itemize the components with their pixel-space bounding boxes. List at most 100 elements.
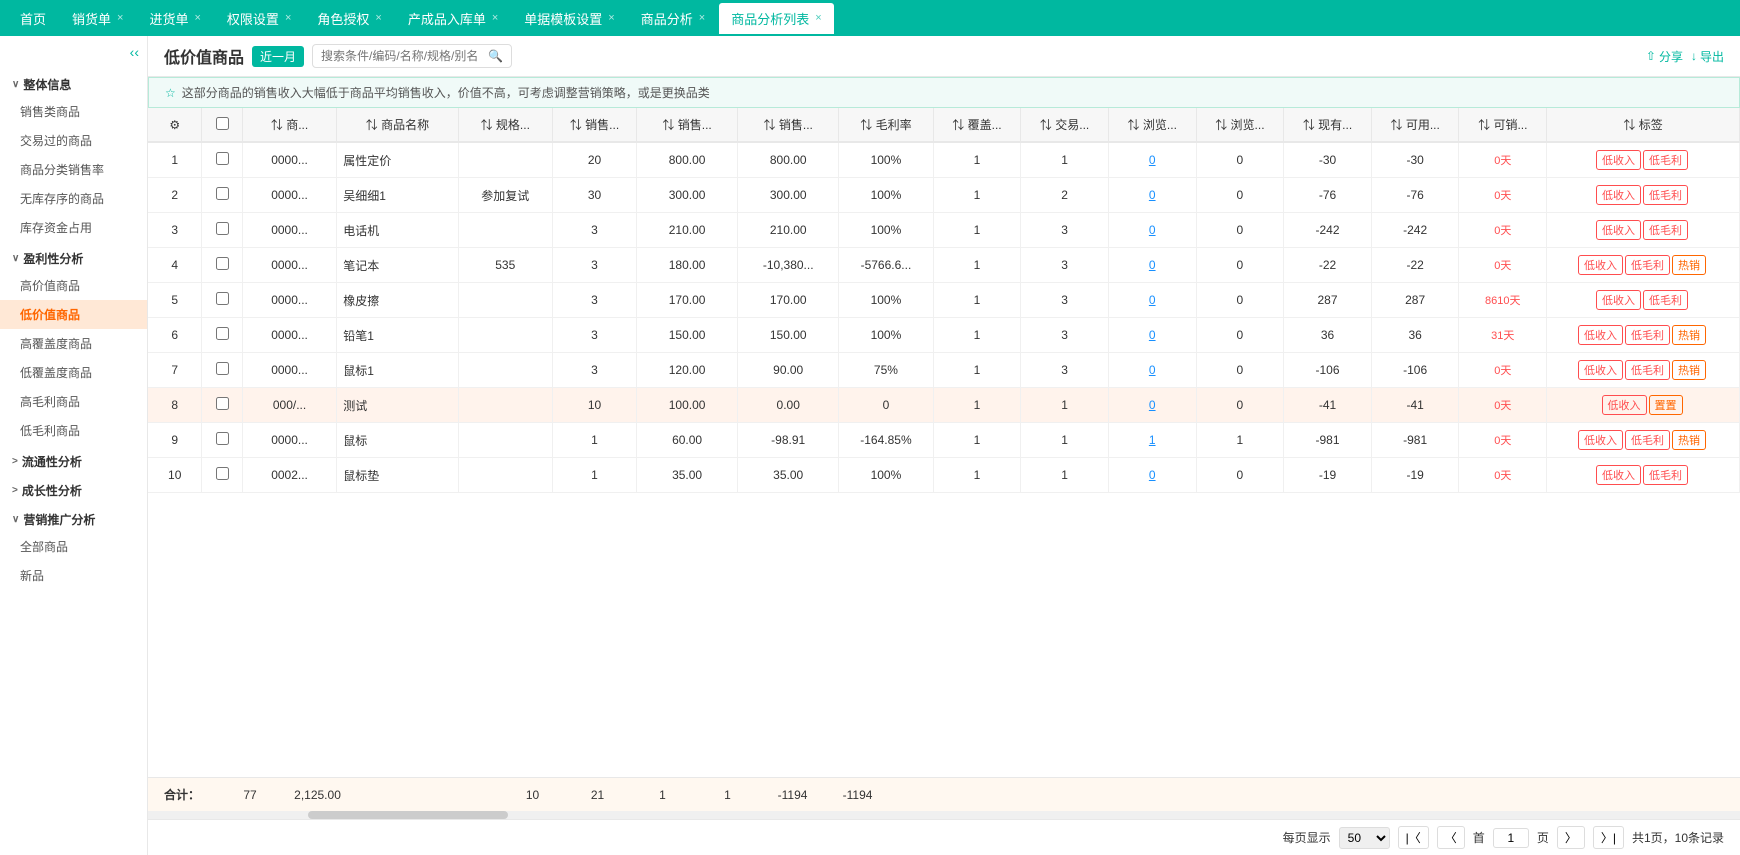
- settings-col-header[interactable]: ⚙: [148, 108, 202, 142]
- row-stock: -981: [1284, 423, 1372, 458]
- first-page-button[interactable]: |〈: [1398, 826, 1429, 849]
- tag-badge: 低毛利: [1625, 325, 1670, 345]
- nav-close-icon-product[interactable]: ×: [492, 12, 498, 24]
- sidebar-group-overall: ∨整体信息销售类商品交易过的商品商品分类销售率无库存序的商品库存资金占用: [0, 68, 147, 242]
- nav-close-icon-sales[interactable]: ×: [117, 12, 123, 24]
- row-avail: -242: [1371, 213, 1459, 248]
- code-col-header[interactable]: ⇅ 商...: [242, 108, 336, 142]
- next-page-button[interactable]: 〉: [1557, 826, 1585, 849]
- prev-page-button[interactable]: 〈: [1437, 826, 1465, 849]
- tag-col-header[interactable]: ⇅ 标签: [1547, 108, 1740, 142]
- spec-col-header[interactable]: ⇅ 规格...: [458, 108, 552, 142]
- trade-col-header[interactable]: ⇅ 交易...: [1021, 108, 1109, 142]
- row-trade: 1: [1021, 142, 1109, 178]
- nav-item-sales[interactable]: 销货单×: [60, 3, 135, 34]
- nav-item-product[interactable]: 产成品入库单×: [396, 3, 510, 34]
- sidebar-group-title-flow[interactable]: >流通性分析: [0, 445, 147, 474]
- browse2-col-header[interactable]: ⇅ 浏览...: [1196, 108, 1284, 142]
- sidebar-item-low-profit[interactable]: 低毛利商品: [0, 416, 147, 445]
- nav-close-icon-analysis[interactable]: ×: [699, 12, 705, 24]
- nav-close-icon-role[interactable]: ×: [375, 12, 381, 24]
- gross-col-header[interactable]: ⇅ 毛利率: [839, 108, 933, 142]
- sidebar-item-category-sales[interactable]: 商品分类销售率: [0, 155, 147, 184]
- name-col-header[interactable]: ⇅ 商品名称: [337, 108, 458, 142]
- scrollbar-thumb[interactable]: [308, 811, 508, 819]
- table-header-row: ⚙ ⇅ 商... ⇅ 商品名称 ⇅ 规格... ⇅ 销售... ⇅ 销售... …: [148, 108, 1740, 142]
- nav-item-template[interactable]: 单据模板设置×: [512, 3, 626, 34]
- nav-item-permission[interactable]: 权限设置×: [215, 3, 303, 34]
- row-browse2: 0: [1196, 248, 1284, 283]
- row-browse2: 0: [1196, 142, 1284, 178]
- sort-icon: ⇅: [1303, 118, 1315, 132]
- nav-item-home[interactable]: 首页: [8, 3, 58, 34]
- last-page-button[interactable]: 〉|: [1593, 826, 1624, 849]
- sidebar-group-title-marketing[interactable]: ∨营销推广分析: [0, 503, 147, 532]
- stock-col-header[interactable]: ⇅ 现有...: [1284, 108, 1372, 142]
- notice-icon: ☆: [165, 86, 176, 100]
- search-box[interactable]: 🔍: [312, 44, 512, 68]
- nav-item-role[interactable]: 角色授权×: [305, 3, 393, 34]
- row-sale-amt: 35.00: [637, 458, 738, 493]
- horizontal-scrollbar[interactable]: [148, 811, 1740, 819]
- row-name: 属性定价: [337, 142, 458, 178]
- row-gross: 100%: [839, 283, 933, 318]
- nav-item-analysis-list[interactable]: 商品分析列表×: [719, 3, 833, 34]
- date-badge[interactable]: 近一月: [252, 46, 304, 67]
- row-sale-unit: 210.00: [738, 213, 839, 248]
- sort-icon: ⇅: [1128, 118, 1140, 132]
- nav-item-purchase[interactable]: 进货单×: [137, 3, 212, 34]
- pagination-bar: 每页显示 50 100 200 |〈 〈 首 页 〉 〉| 共1页，10条记录: [148, 819, 1740, 855]
- sidebar-item-all-goods[interactable]: 全部商品: [0, 532, 147, 561]
- sidebar-item-high-coverage[interactable]: 高覆盖度商品: [0, 329, 147, 358]
- check-col-header[interactable]: [202, 108, 242, 142]
- sidebar-group-label-profit: 盈利性分析: [23, 250, 83, 267]
- sidebar-item-high-value[interactable]: 高价值商品: [0, 271, 147, 300]
- sale-amt-col-header[interactable]: ⇅ 销售...: [637, 108, 738, 142]
- row-tags: 低收入低毛利热销: [1547, 353, 1740, 388]
- sale-qty-col-header[interactable]: ⇅ 销售...: [552, 108, 636, 142]
- nav-close-icon-analysis-list[interactable]: ×: [815, 12, 821, 24]
- nav-close-icon-template[interactable]: ×: [608, 12, 614, 24]
- sidebar-item-sales-category[interactable]: 销售类商品: [0, 97, 147, 126]
- row-code: 000/...: [242, 388, 336, 423]
- search-input[interactable]: [321, 49, 484, 63]
- sellable-col-header[interactable]: ⇅ 可销...: [1459, 108, 1547, 142]
- select-all-checkbox[interactable]: [216, 117, 229, 130]
- row-browse2: 0: [1196, 353, 1284, 388]
- sidebar-item-inventory-fund[interactable]: 库存资金占用: [0, 213, 147, 242]
- page-size-select[interactable]: 50 100 200: [1339, 827, 1390, 849]
- sidebar-item-traded[interactable]: 交易过的商品: [0, 126, 147, 155]
- sidebar-collapse-btn[interactable]: ‹‹: [0, 36, 147, 68]
- row-spec: 535: [458, 248, 552, 283]
- row-browse1: 0: [1108, 283, 1196, 318]
- nav-close-icon-permission[interactable]: ×: [285, 12, 291, 24]
- row-trade: 3: [1021, 248, 1109, 283]
- sidebar-group-title-growth[interactable]: >成长性分析: [0, 474, 147, 503]
- nav-item-analysis[interactable]: 商品分析×: [629, 3, 717, 34]
- row-sale-qty: 1: [552, 458, 636, 493]
- page-number-input[interactable]: [1493, 828, 1529, 848]
- sidebar-group-title-overall[interactable]: ∨整体信息: [0, 68, 147, 97]
- row-sale-unit: 150.00: [738, 318, 839, 353]
- cover-col-header[interactable]: ⇅ 覆盖...: [933, 108, 1021, 142]
- row-check: [202, 423, 242, 458]
- avail-col-header[interactable]: ⇅ 可用...: [1371, 108, 1459, 142]
- sidebar-item-low-value[interactable]: 低价值商品: [0, 300, 147, 329]
- table-row: 8000/...测试10100.000.0001100-41-410天低收入置置: [148, 388, 1740, 423]
- share-button[interactable]: ⇧ 分享: [1646, 48, 1683, 65]
- nav-close-icon-purchase[interactable]: ×: [194, 12, 200, 24]
- row-name: 铅笔1: [337, 318, 458, 353]
- search-icon[interactable]: 🔍: [488, 49, 503, 63]
- export-button[interactable]: ↓ 导出: [1691, 48, 1724, 65]
- sidebar-item-no-sales[interactable]: 无库存序的商品: [0, 184, 147, 213]
- sidebar-item-new-goods[interactable]: 新品: [0, 561, 147, 590]
- row-code: 0000...: [242, 213, 336, 248]
- browse1-col-header[interactable]: ⇅ 浏览...: [1108, 108, 1196, 142]
- row-cover: 1: [933, 283, 1021, 318]
- sort-icon: ⇅: [271, 118, 283, 132]
- sidebar-item-low-coverage[interactable]: 低覆盖度商品: [0, 358, 147, 387]
- sidebar-group-title-profit[interactable]: ∨盈利性分析: [0, 242, 147, 271]
- sidebar-item-high-profit[interactable]: 高毛利商品: [0, 387, 147, 416]
- sale-unit-col-header[interactable]: ⇅ 销售...: [738, 108, 839, 142]
- row-name: 测试: [337, 388, 458, 423]
